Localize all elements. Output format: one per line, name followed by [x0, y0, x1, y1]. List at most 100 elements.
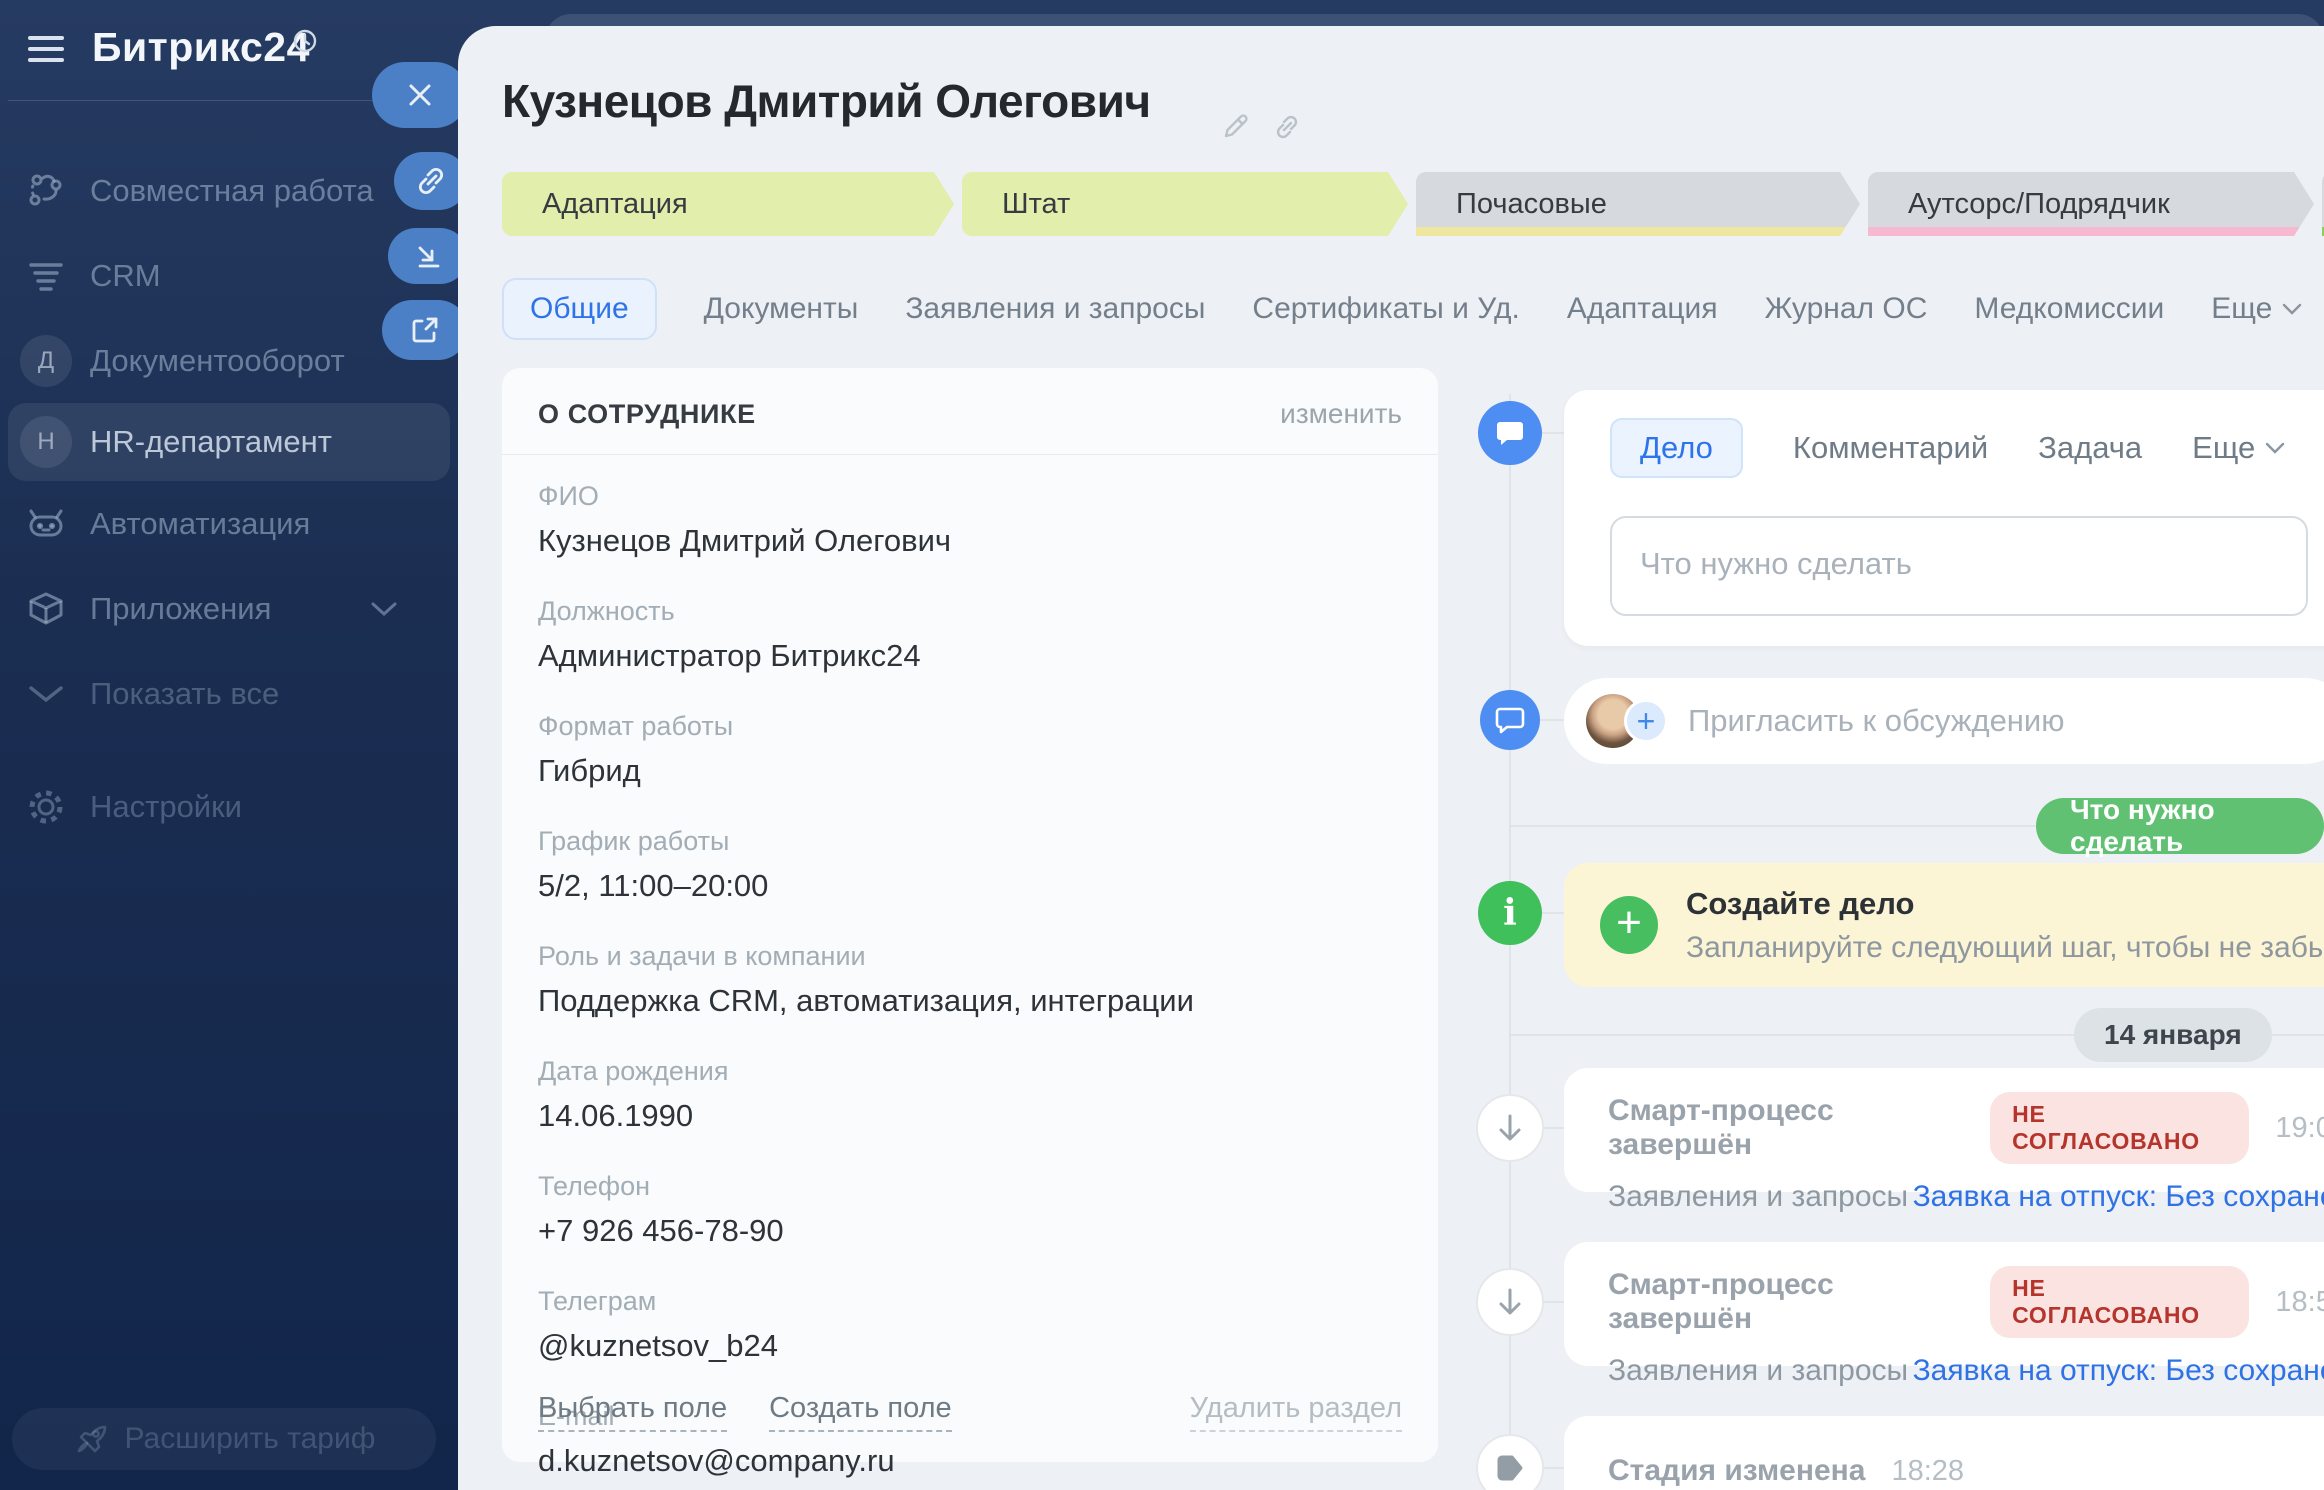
copy-link-button[interactable] [394, 152, 468, 210]
chat-bubble-outline-icon [1480, 690, 1540, 750]
entry-link[interactable]: Заявка на отпуск: Без сохранения [1913, 1180, 2324, 1213]
chevron-down-icon [370, 601, 398, 617]
entry-title: Смарт-процесс завершён [1608, 1268, 1834, 1335]
app-logo[interactable]: Битрикс24 [92, 24, 310, 71]
sidebar-item-label: CRM [90, 257, 161, 293]
chevron-down-icon [2283, 303, 2302, 315]
apps-box-icon [20, 583, 72, 635]
field-value-fio: Кузнецов Дмитрий Олегович [538, 523, 952, 558]
sidebar-item-hr-department[interactable]: Н HR-департамент [8, 403, 450, 481]
field-label: График работы [538, 826, 730, 856]
tab-med[interactable]: Медкомиссии [1974, 292, 2164, 326]
sidebar-item-automation[interactable]: Автоматизация [0, 481, 458, 566]
entry-title: Стадия изменена [1608, 1454, 1866, 1487]
add-participant-button[interactable]: + [1624, 699, 1668, 743]
rocket-icon [77, 1425, 106, 1453]
avatar-letter-n: Н [20, 416, 72, 468]
field-value-email: d.kuznetsov@company.ru [538, 1443, 895, 1478]
gear-icon [20, 781, 72, 833]
arrow-dock-icon [418, 246, 440, 268]
sidebar-item-show-all[interactable]: Показать все [0, 651, 458, 736]
tab-adaptation[interactable]: Адаптация [1567, 292, 1718, 326]
sidebar-item-apps[interactable]: Приложения [0, 566, 458, 651]
stage-outsource[interactable]: Аутсорс/Подрядчик [1868, 172, 2314, 236]
share-network-icon [20, 165, 72, 217]
delete-section-link[interactable]: Удалить раздел [1189, 1392, 1402, 1432]
field-label: Формат работы [538, 711, 734, 741]
todo-pill[interactable]: Что нужно сделать [2036, 794, 2324, 857]
hint-subtitle: Запланируйте следующий шаг, чтобы не заб… [1686, 930, 2324, 964]
status-badge: НЕ СОГЛАСОВАНО [1990, 1266, 2250, 1338]
entry-time: 18:28 [1891, 1454, 1965, 1487]
tab-os-journal[interactable]: Журнал ОС [1765, 292, 1928, 326]
field-label: ФИО [538, 481, 599, 511]
field-label: Роль и задачи в компании [538, 941, 866, 971]
field-label: Должность [538, 596, 675, 626]
field-value-position: Администратор Битрикс24 [538, 638, 921, 673]
chevron-down-icon [2266, 442, 2285, 454]
copy-link-icon[interactable] [1272, 112, 1302, 142]
composer-tab-comment[interactable]: Комментарий [1793, 430, 1988, 466]
upgrade-plan-label: Расширить тариф [124, 1422, 376, 1455]
arrow-down-icon [1476, 1094, 1544, 1162]
activity-input[interactable] [1610, 516, 2308, 616]
robot-icon [20, 498, 72, 550]
tab-requests[interactable]: Заявления и запросы [905, 292, 1205, 326]
select-field-link[interactable]: Выбрать поле [538, 1392, 728, 1432]
composer-tab-more[interactable]: Еще [2192, 430, 2285, 466]
hamburger-menu-icon[interactable] [28, 36, 64, 62]
invite-placeholder: Пригласить к обсуждению [1688, 703, 2065, 738]
chat-bubble-filled-icon [1478, 401, 1542, 465]
composer-tab-task[interactable]: Задача [2038, 430, 2142, 466]
timeline-entry: Стадия изменена 18:28 [1564, 1416, 2324, 1490]
timeline-entry: Смарт-процесс завершён НЕ СОГЛАСОВАНО 18… [1564, 1242, 2324, 1387]
upgrade-plan-button[interactable]: Расширить тариф [12, 1408, 436, 1470]
create-field-link[interactable]: Создать поле [769, 1392, 952, 1432]
create-activity-hint-card[interactable]: + Создайте дело Запланируйте следующий ш… [1564, 863, 2324, 987]
hint-title: Создайте дело [1686, 885, 1915, 921]
employee-info-card: О СОТРУДНИКЕ изменить ФИО Кузнецов Дмитр… [502, 368, 1438, 1478]
entry-time: 18:58 [2275, 1285, 2324, 1318]
field-value-phone: +7 926 456-78-90 [538, 1213, 784, 1248]
close-button[interactable] [372, 62, 468, 128]
field-label: Дата рождения [538, 1056, 729, 1086]
timeline-entry: Смарт-процесс завершён НЕ СОГЛАСОВАНО 19… [1564, 1068, 2324, 1213]
employee-fields: ФИО Кузнецов Дмитрий Олегович Должность … [502, 481, 1438, 1479]
page-title: Кузнецов Дмитрий Олегович [502, 75, 1151, 127]
field-value-birthdate: 14.06.1990 [538, 1098, 694, 1133]
open-in-new-window-button[interactable] [382, 300, 468, 360]
field-value-work-format: Гибрид [538, 753, 641, 788]
entry-category: Заявления и запросы [1608, 1354, 1909, 1387]
plus-icon[interactable]: + [1600, 896, 1658, 954]
entry-category: Заявления и запросы [1608, 1180, 1909, 1213]
invite-to-discussion-field[interactable]: + Пригласить к обсуждению [1564, 678, 2324, 764]
sidebar-item-settings[interactable]: Настройки [0, 764, 458, 849]
link-icon [418, 167, 444, 195]
entry-link[interactable]: Заявка на отпуск: Без сохранения [1913, 1354, 2324, 1387]
edit-pencil-icon[interactable] [1220, 112, 1250, 142]
stage-adaptation[interactable]: Адаптация [502, 172, 954, 236]
composer-tab-activity[interactable]: Дело [1610, 418, 1743, 478]
tab-general[interactable]: Общие [502, 278, 657, 340]
clock-icon [292, 28, 318, 54]
external-link-icon [412, 317, 438, 343]
timeline-date-chip: 14 января [2074, 1008, 2272, 1062]
sidebar-item-label: Автоматизация [90, 505, 311, 541]
stage-changed-icon [1476, 1434, 1544, 1490]
sidebar-item-collaboration[interactable]: Совместная работа [0, 148, 458, 233]
field-value-schedule: 5/2, 11:00–20:00 [538, 868, 769, 903]
field-value-role: Поддержка CRM, автоматизация, интеграции [538, 983, 1194, 1018]
tab-certificates[interactable]: Сертификаты и Уд. [1252, 292, 1519, 326]
dock-panel-button[interactable] [388, 228, 468, 284]
close-icon [409, 84, 431, 106]
stage-staff[interactable]: Штат [962, 172, 1408, 236]
entry-time: 19:02 [2275, 1111, 2324, 1144]
tab-documents[interactable]: Документы [704, 292, 859, 326]
stage-hourly[interactable]: Почасовые [1416, 172, 1860, 236]
sidebar-item-label: Настройки [90, 788, 243, 824]
card-divider [502, 454, 1438, 455]
info-icon: i [1478, 881, 1542, 945]
tab-more[interactable]: Еще [2211, 292, 2302, 326]
arrow-down-icon [1476, 1268, 1544, 1336]
edit-link[interactable]: изменить [1280, 398, 1402, 430]
